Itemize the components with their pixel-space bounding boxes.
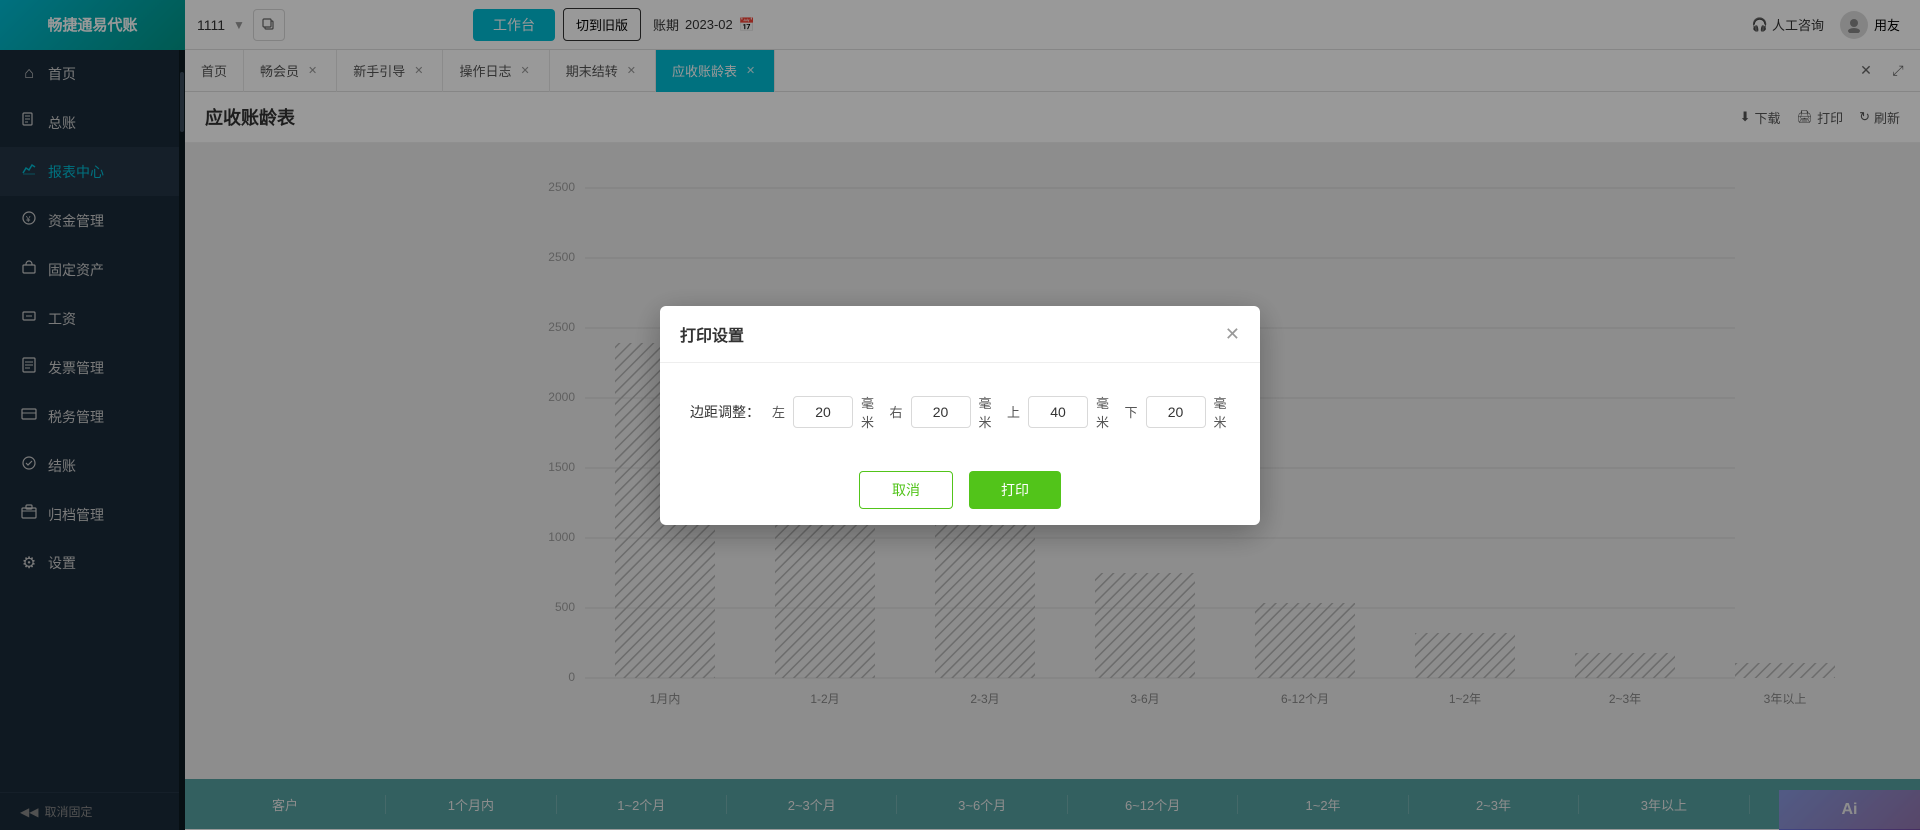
- margin-label: 边距调整：: [690, 402, 760, 422]
- modal-footer: 取消 打印: [660, 455, 1260, 525]
- modal-header: 打印设置 ✕: [660, 306, 1260, 363]
- top-direction-label: 上: [1007, 402, 1020, 421]
- margin-right-group: 右 毫米: [890, 393, 996, 431]
- right-margin-input[interactable]: [911, 396, 971, 428]
- margin-form-row: 边距调整： 左 毫米 右 毫米 上 毫米 下: [690, 393, 1230, 431]
- margin-top-group: 上 毫米: [1007, 393, 1113, 431]
- left-direction-label: 左: [772, 402, 785, 421]
- modal-body: 边距调整： 左 毫米 右 毫米 上 毫米 下: [660, 363, 1260, 455]
- top-margin-input[interactable]: [1028, 396, 1088, 428]
- right-direction-label: 右: [890, 402, 903, 421]
- cancel-button[interactable]: 取消: [859, 471, 953, 509]
- print-dialog: 打印设置 ✕ 边距调整： 左 毫米 右 毫米 上 毫米: [660, 306, 1260, 525]
- left-unit-label: 毫米: [861, 393, 877, 431]
- bottom-unit-label: 毫米: [1214, 393, 1230, 431]
- modal-overlay: 打印设置 ✕ 边距调整： 左 毫米 右 毫米 上 毫米: [0, 0, 1920, 830]
- bottom-direction-label: 下: [1125, 402, 1138, 421]
- modal-title: 打印设置: [680, 322, 744, 346]
- margin-left-group: 左 毫米: [772, 393, 878, 431]
- left-margin-input[interactable]: [793, 396, 853, 428]
- top-unit-label: 毫米: [1096, 393, 1112, 431]
- right-unit-label: 毫米: [979, 393, 995, 431]
- modal-close-button[interactable]: ✕: [1225, 325, 1240, 343]
- print-confirm-button[interactable]: 打印: [969, 471, 1061, 509]
- bottom-margin-input[interactable]: [1146, 396, 1206, 428]
- margin-bottom-group: 下 毫米: [1125, 393, 1231, 431]
